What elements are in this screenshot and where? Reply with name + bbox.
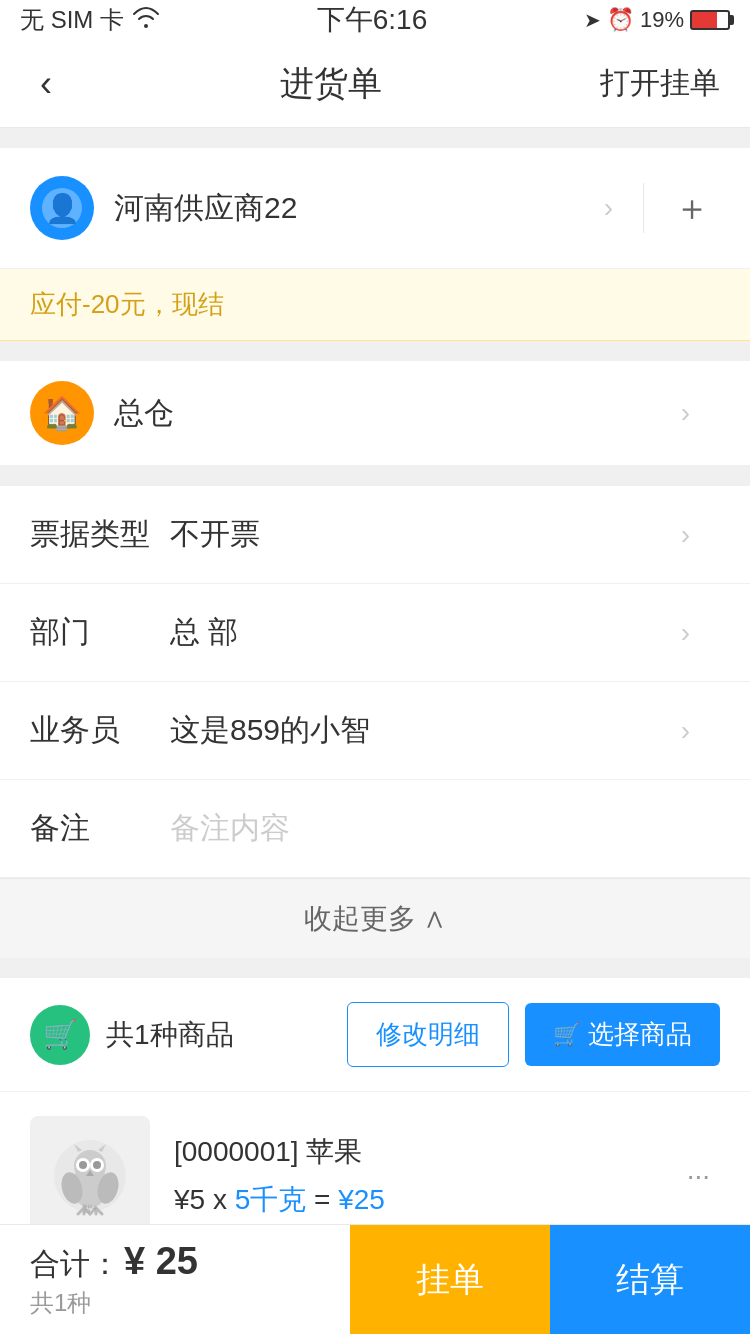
supplier-avatar: 👤	[30, 176, 94, 240]
supplier-row[interactable]: 👤 河南供应商22 › ＋	[0, 148, 750, 269]
carrier-label: 无 SIM 卡	[20, 4, 124, 36]
chevron-right-icon: ›	[604, 192, 613, 224]
remark-label: 备注	[30, 808, 170, 849]
status-right: ➤ ⏰ 19%	[584, 7, 730, 33]
product-count: 共1种商品	[106, 1016, 347, 1054]
total-label-row: 合计： ¥ 25	[30, 1240, 320, 1285]
warehouse-card: 🏠 总仓 ›	[0, 361, 750, 466]
warehouse-row[interactable]: 🏠 总仓 ›	[0, 361, 750, 466]
product-price: ¥5	[174, 1184, 205, 1215]
section-gap-3	[0, 466, 750, 486]
svg-point-6	[93, 1161, 101, 1169]
product-header: 🛒 共1种商品 修改明细 🛒 选择商品	[0, 978, 750, 1092]
battery-label: 19%	[640, 7, 684, 33]
product-total: ¥25	[338, 1184, 385, 1215]
warehouse-name: 总仓	[114, 393, 681, 434]
warehouse-icon: 🏠	[42, 394, 82, 432]
product-name: [0000001] 苹果	[174, 1133, 653, 1171]
total-sub-label: 共1种	[30, 1287, 320, 1319]
svg-text:智+: 智+	[82, 1203, 98, 1214]
battery-icon	[690, 10, 730, 30]
dept-row[interactable]: 部门 总 部 ›	[0, 584, 750, 682]
dept-chevron-icon: ›	[681, 617, 690, 649]
location-icon: ➤	[584, 8, 601, 32]
product-icon-wrap: 🛒	[30, 1005, 90, 1065]
form-card: 票据类型 不开票 › 部门 总 部 › 业务员 这是859的小智 › 备注 备注…	[0, 486, 750, 958]
svg-point-5	[79, 1161, 87, 1169]
product-card: 🛒 共1种商品 修改明细 🛒 选择商品	[0, 978, 750, 1260]
total-amount: ¥ 25	[124, 1240, 198, 1283]
section-gap-4	[0, 958, 750, 978]
sales-row[interactable]: 业务员 这是859的小智 ›	[0, 682, 750, 780]
select-btn-label: 选择商品	[588, 1017, 692, 1052]
sales-label: 业务员	[30, 710, 170, 751]
wifi-icon	[132, 6, 160, 34]
product-cart-icon: 🛒	[43, 1018, 78, 1051]
status-left: 无 SIM 卡	[20, 4, 160, 36]
invoice-label: 票据类型	[30, 514, 170, 555]
hang-button[interactable]: 挂单	[350, 1225, 550, 1334]
product-x: x	[213, 1184, 235, 1215]
section-gap-1	[0, 128, 750, 148]
warehouse-icon-wrap: 🏠	[30, 381, 94, 445]
person-icon: 👤	[45, 192, 80, 225]
edit-detail-button[interactable]: 修改明细	[347, 1002, 509, 1067]
vertical-divider	[643, 183, 644, 233]
invoice-value: 不开票	[170, 514, 681, 555]
dept-label: 部门	[30, 612, 170, 653]
supplier-card: 👤 河南供应商22 › ＋ 应付-20元，现结	[0, 148, 750, 341]
collapse-bar[interactable]: 收起更多 ∧	[0, 878, 750, 958]
avatar-inner: 👤	[42, 188, 82, 228]
dept-value: 总 部	[170, 612, 681, 653]
product-info: [0000001] 苹果 ¥5 x 5千克 = ¥25	[174, 1133, 653, 1219]
invoice-row[interactable]: 票据类型 不开票 ›	[0, 486, 750, 584]
remark-row[interactable]: 备注 备注内容	[0, 780, 750, 878]
notice-bar: 应付-20元，现结	[0, 269, 750, 341]
select-icon: 🛒	[553, 1022, 580, 1048]
add-button[interactable]: ＋	[664, 180, 720, 236]
sales-value: 这是859的小智	[170, 710, 681, 751]
warehouse-chevron-icon: ›	[681, 397, 690, 429]
more-options-button[interactable]: ···	[677, 1150, 720, 1202]
remark-input[interactable]: 备注内容	[170, 808, 720, 849]
bottom-bar: 合计： ¥ 25 共1种 挂单 结算	[0, 1224, 750, 1334]
total-text: 合计：	[30, 1244, 120, 1285]
status-time: 下午6:16	[317, 1, 428, 39]
open-hang-button[interactable]: 打开挂单	[600, 63, 720, 104]
nav-bar: ‹ 进货单 打开挂单	[0, 40, 750, 128]
page-title: 进货单	[280, 61, 382, 107]
supplier-name: 河南供应商22	[114, 188, 604, 229]
owl-logo-svg: 智+	[50, 1136, 130, 1216]
status-bar: 无 SIM 卡 下午6:16 ➤ ⏰ 19%	[0, 0, 750, 40]
back-button[interactable]: ‹	[30, 53, 62, 115]
total-section: 合计： ¥ 25 共1种	[0, 1225, 350, 1334]
sales-chevron-icon: ›	[681, 715, 690, 747]
product-apple: 苹果	[306, 1136, 362, 1167]
product-qty: 5千克	[235, 1184, 307, 1215]
product-eq: =	[314, 1184, 338, 1215]
settle-button[interactable]: 结算	[550, 1225, 750, 1334]
select-product-button[interactable]: 🛒 选择商品	[525, 1003, 720, 1066]
alarm-icon: ⏰	[607, 7, 634, 33]
product-calc: ¥5 x 5千克 = ¥25	[174, 1181, 653, 1219]
product-thumbnail: 智+	[30, 1116, 150, 1236]
section-gap-2	[0, 341, 750, 361]
invoice-chevron-icon: ›	[681, 519, 690, 551]
product-code: [0000001]	[174, 1136, 299, 1167]
